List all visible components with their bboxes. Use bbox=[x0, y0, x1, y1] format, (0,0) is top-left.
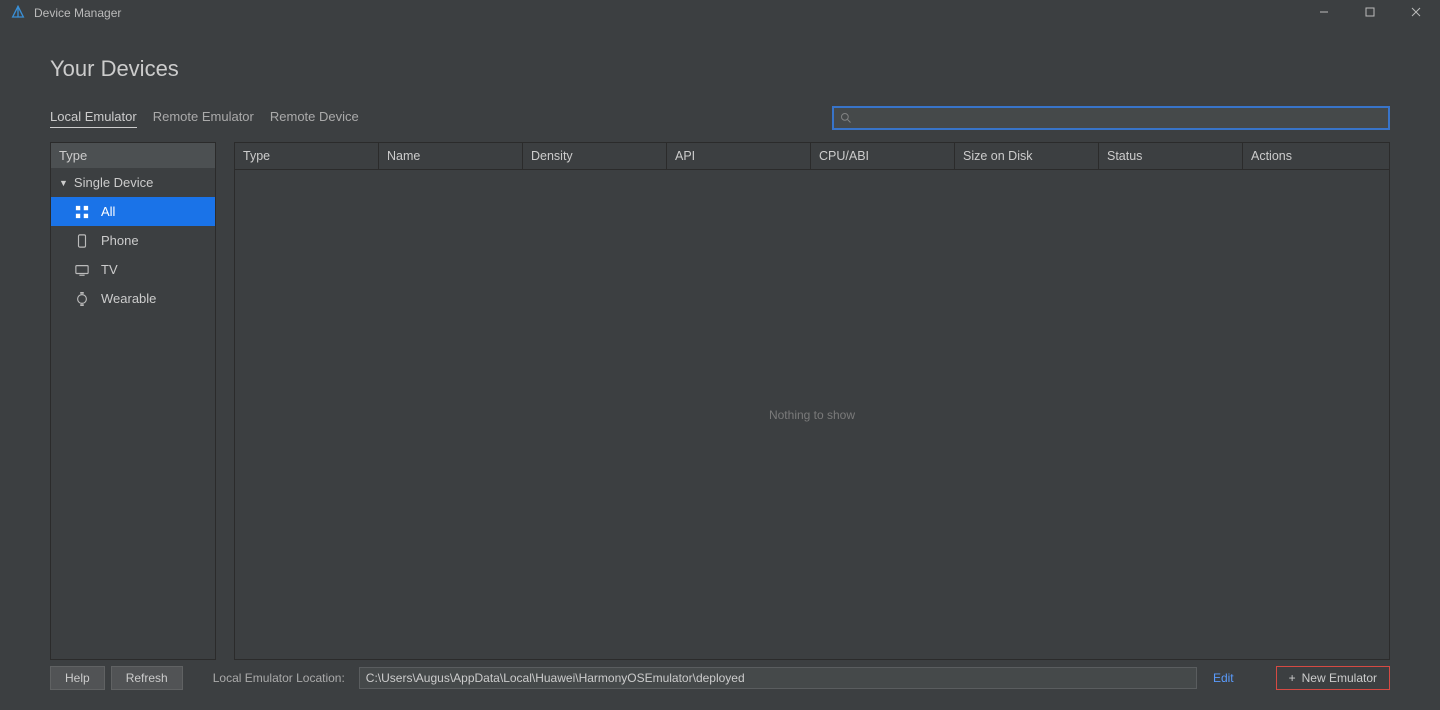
new-emulator-button[interactable]: New Emulator bbox=[1276, 666, 1390, 690]
col-api[interactable]: API bbox=[667, 143, 811, 170]
sidebar-item-wearable[interactable]: Wearable bbox=[51, 284, 215, 313]
sidebar-item-phone[interactable]: Phone bbox=[51, 226, 215, 255]
refresh-button[interactable]: Refresh bbox=[111, 666, 183, 690]
chevron-down-icon: ▼ bbox=[59, 178, 68, 188]
search-input[interactable] bbox=[856, 111, 1382, 125]
empty-state-text: Nothing to show bbox=[769, 408, 855, 422]
sidebar-item-label: All bbox=[101, 204, 115, 219]
window-title: Device Manager bbox=[34, 6, 1310, 20]
table-header-row: Type Name Density API CPU/ABI Size on Di… bbox=[235, 143, 1389, 170]
watch-icon bbox=[75, 292, 89, 306]
edit-location-link[interactable]: Edit bbox=[1213, 671, 1234, 685]
col-name[interactable]: Name bbox=[379, 143, 523, 170]
tree-group-single-device[interactable]: ▼ Single Device bbox=[51, 168, 215, 197]
search-box[interactable] bbox=[832, 106, 1390, 130]
close-icon bbox=[1411, 7, 1421, 17]
maximize-icon bbox=[1365, 7, 1375, 17]
sidebar-item-label: Phone bbox=[101, 233, 139, 248]
page-title: Your Devices bbox=[50, 56, 1390, 82]
device-source-tabs: Local Emulator Remote Emulator Remote De… bbox=[50, 109, 832, 128]
emulator-location-field[interactable]: C:\Users\Augus\AppData\Local\Huawei\Harm… bbox=[359, 667, 1197, 689]
minimize-icon bbox=[1319, 7, 1329, 17]
phone-icon bbox=[75, 234, 89, 248]
tab-remote-emulator[interactable]: Remote Emulator bbox=[153, 109, 254, 128]
col-size-on-disk[interactable]: Size on Disk bbox=[955, 143, 1099, 170]
emulator-location-label: Local Emulator Location: bbox=[213, 671, 345, 685]
sidebar-item-label: TV bbox=[101, 262, 118, 277]
new-emulator-label: New Emulator bbox=[1302, 671, 1377, 685]
col-cpu-abi[interactable]: CPU/ABI bbox=[811, 143, 955, 170]
sidebar-item-all[interactable]: All bbox=[51, 197, 215, 226]
window-close-button[interactable] bbox=[1402, 6, 1430, 20]
col-status[interactable]: Status bbox=[1099, 143, 1243, 170]
sidebar-item-label: Wearable bbox=[101, 291, 156, 306]
grid-icon bbox=[75, 205, 89, 219]
title-bar: Device Manager bbox=[0, 0, 1440, 26]
col-type[interactable]: Type bbox=[235, 143, 379, 170]
sidebar-header: Type bbox=[51, 143, 215, 168]
table-body: Nothing to show bbox=[235, 170, 1389, 659]
search-icon bbox=[840, 112, 852, 124]
app-logo-icon bbox=[10, 5, 26, 21]
window-minimize-button[interactable] bbox=[1310, 6, 1338, 20]
type-sidebar: Type ▼ Single Device All Phone TV Wearab… bbox=[50, 142, 216, 660]
tree-group-label: Single Device bbox=[74, 175, 154, 190]
col-actions[interactable]: Actions bbox=[1243, 143, 1389, 170]
col-density[interactable]: Density bbox=[523, 143, 667, 170]
device-table: Type Name Density API CPU/ABI Size on Di… bbox=[234, 142, 1390, 660]
window-maximize-button[interactable] bbox=[1356, 6, 1384, 20]
help-button[interactable]: Help bbox=[50, 666, 105, 690]
sidebar-item-tv[interactable]: TV bbox=[51, 255, 215, 284]
tab-remote-device[interactable]: Remote Device bbox=[270, 109, 359, 128]
bottom-bar: Help Refresh Local Emulator Location: C:… bbox=[50, 666, 1390, 690]
tv-icon bbox=[75, 263, 89, 277]
tab-local-emulator[interactable]: Local Emulator bbox=[50, 109, 137, 128]
